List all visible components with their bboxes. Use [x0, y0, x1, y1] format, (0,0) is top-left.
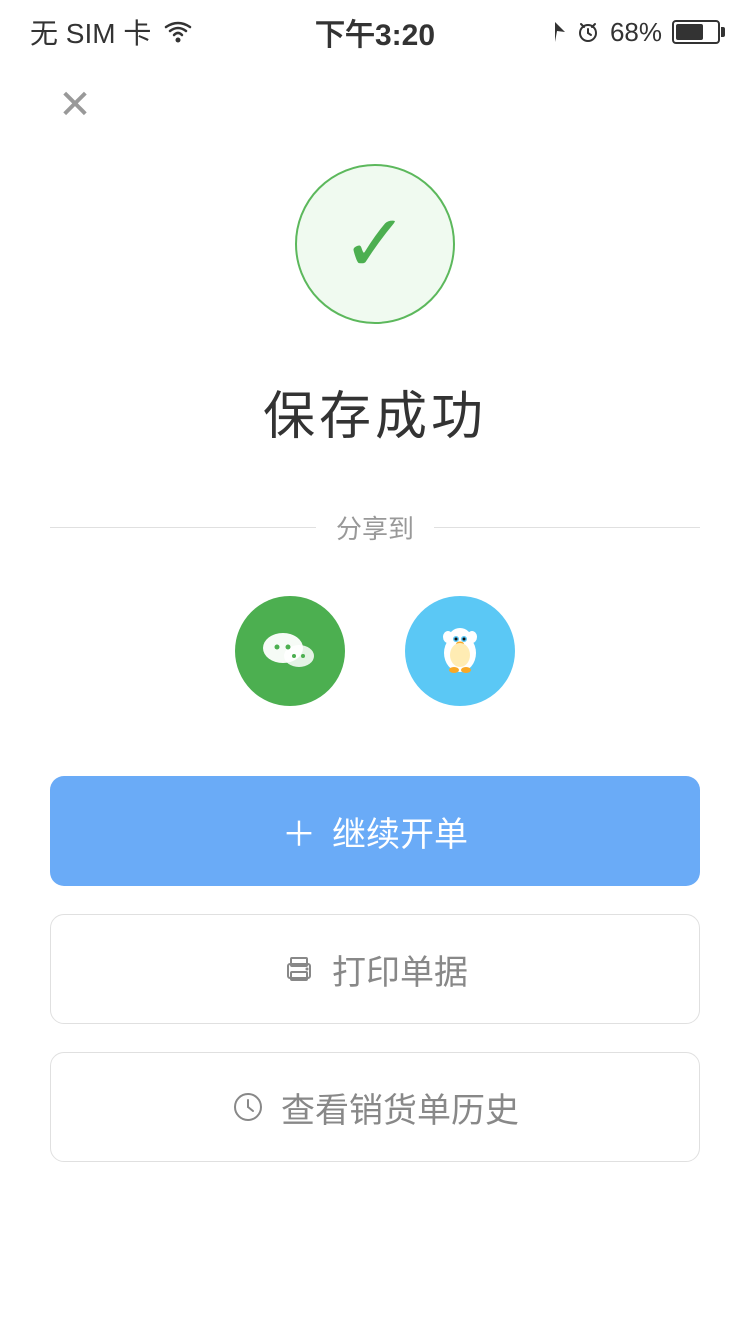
battery-icon — [672, 20, 720, 44]
history-button[interactable]: 查看销货单历史 — [50, 1052, 700, 1162]
history-label: 查看销货单历史 — [281, 1083, 519, 1132]
alarm-icon — [576, 20, 600, 44]
checkmark-icon: ✓ — [341, 204, 408, 284]
print-icon — [282, 952, 316, 986]
divider-right — [434, 527, 700, 528]
status-right: 68% — [544, 17, 720, 48]
status-time: 下午3:20 — [315, 10, 435, 54]
location-icon — [544, 21, 566, 43]
qq-share-button[interactable] — [405, 596, 515, 706]
continue-button[interactable]: ＋ 继续开单 — [50, 776, 700, 886]
battery-percent: 68% — [610, 17, 662, 48]
print-label: 打印单据 — [332, 945, 468, 994]
wifi-icon — [163, 21, 193, 43]
share-row — [235, 596, 515, 706]
close-button[interactable]: ✕ — [50, 80, 100, 130]
success-title: 保存成功 — [263, 374, 487, 449]
main-content: ✓ 保存成功 分享到 — [0, 64, 750, 1162]
plus-icon: ＋ — [282, 807, 316, 856]
status-left: 无 SIM 卡 — [30, 12, 193, 52]
close-icon: ✕ — [58, 85, 92, 125]
carrier-label: 无 SIM 卡 — [30, 12, 151, 52]
divider-label: 分享到 — [336, 509, 414, 546]
status-bar: 无 SIM 卡 下午3:20 68% — [0, 0, 750, 64]
qq-logo — [429, 620, 491, 682]
share-divider: 分享到 — [50, 509, 700, 546]
action-buttons: ＋ 继续开单 打印单据 查看销货单历史 — [50, 776, 700, 1162]
wechat-logo — [255, 616, 325, 686]
history-icon — [231, 1090, 265, 1124]
print-button[interactable]: 打印单据 — [50, 914, 700, 1024]
wechat-share-button[interactable] — [235, 596, 345, 706]
divider-left — [50, 527, 316, 528]
success-circle: ✓ — [295, 164, 455, 324]
continue-label: 继续开单 — [332, 807, 468, 856]
